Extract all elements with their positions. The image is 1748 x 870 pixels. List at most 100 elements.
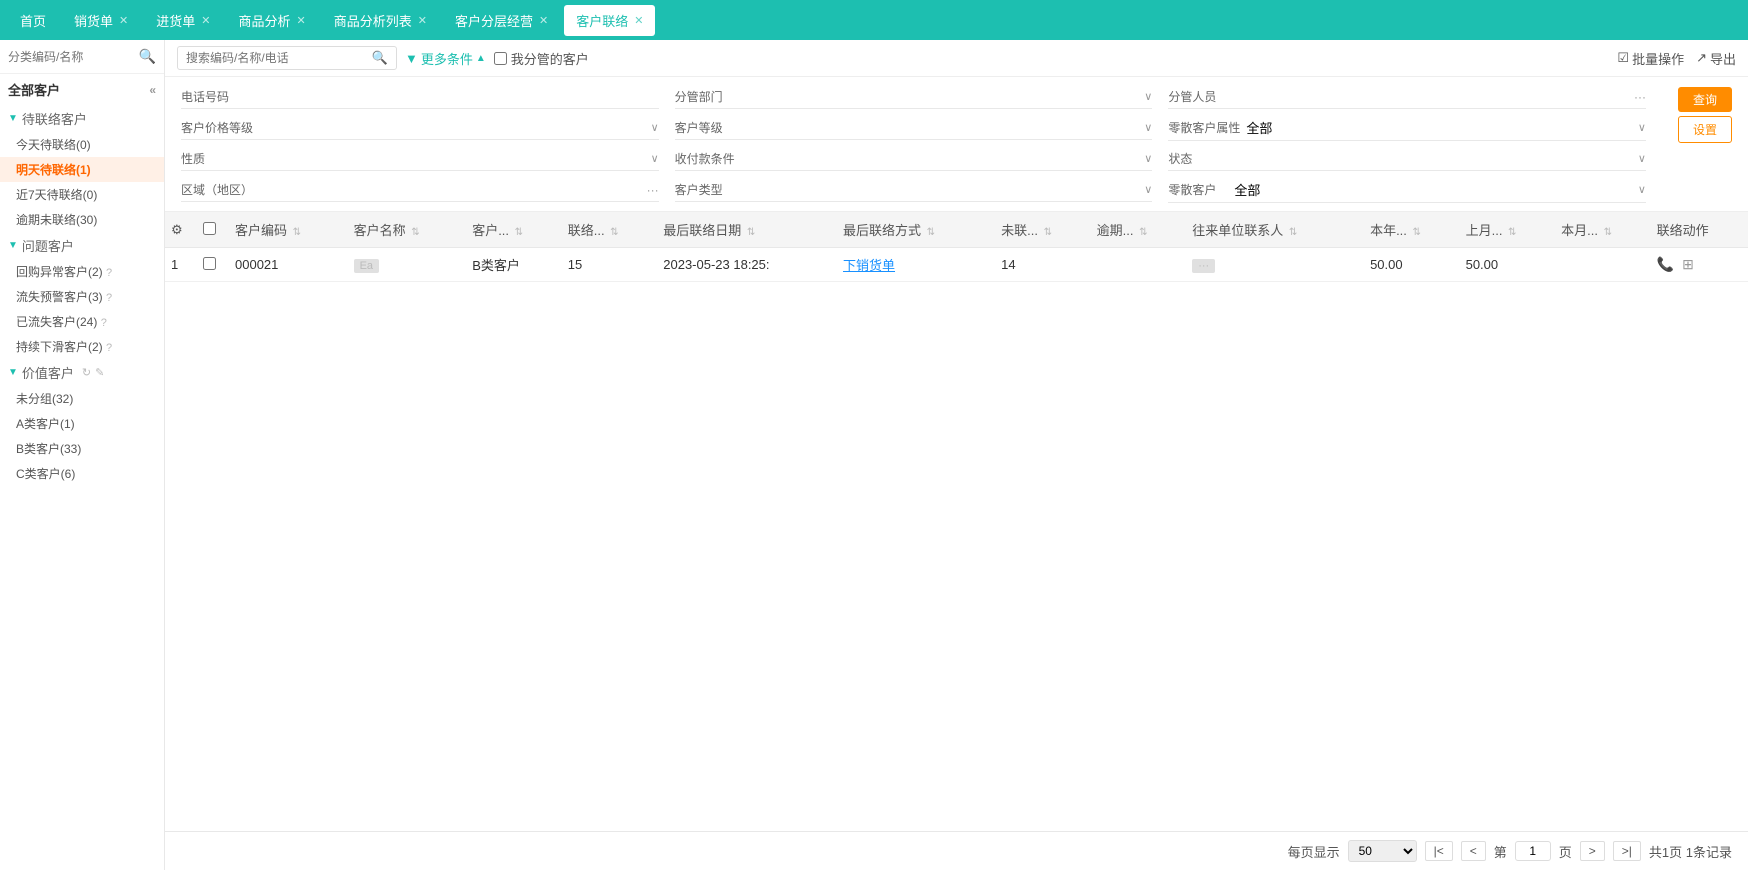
th-contact-person[interactable]: 往来单位联系人 ⇅ [1186,212,1364,248]
refresh-icon[interactable]: ↻ [82,366,91,379]
th-customer-category[interactable]: 客户... ⇅ [466,212,562,248]
sort-icon: ⇅ [1044,227,1052,238]
filter-payment-terms: 收付款条件 ∨ [675,147,1153,171]
th-contact-count[interactable]: 联络... ⇅ [562,212,658,248]
nav-home[interactable]: 首页 [8,5,58,36]
sidebar-item-a-class[interactable]: A类客户(1) [0,411,164,436]
main-layout: 🔍 全部客户 « ▼ 待联络客户 今天待联络(0) 明天待联络(1) 近7天待联… [0,40,1748,870]
th-this-year[interactable]: 本年... ⇅ [1364,212,1460,248]
sidebar-item-churn-warning[interactable]: 流失预警客户(3) ? [0,284,164,309]
td-last-contact-method[interactable]: 下销货单 [837,248,995,282]
payment-terms-dropdown[interactable]: ∨ [741,152,1153,165]
th-last-month[interactable]: 上月... ⇅ [1460,212,1556,248]
page-size-select[interactable]: 50 100 200 [1348,840,1417,862]
more-icon[interactable]: ··· [647,183,659,197]
th-this-month[interactable]: 本月... ⇅ [1555,212,1651,248]
more-conditions-btn[interactable]: ▼ 更多条件 ▲ [405,49,486,68]
nav-customer-stratify[interactable]: 客户分层经营 ✕ [443,5,560,36]
th-settings[interactable]: ⚙ [165,212,197,248]
department-dropdown[interactable]: ∨ [741,90,1153,103]
retail-customer-dropdown[interactable]: 全部 ∨ [1234,180,1646,199]
sidebar-item-b-class[interactable]: B类客户(33) [0,436,164,461]
sort-icon: ⇅ [1289,227,1297,238]
filter-row-4: 区域（地区） ··· 客户类型 ∨ 零散客户 [181,177,1646,203]
close-icon[interactable]: ✕ [634,14,643,27]
sidebar-item-7days-pending[interactable]: 近7天待联络(0) [0,182,164,207]
filter-actions: 查询 设置 [1678,85,1732,143]
contact-method-link[interactable]: 下销货单 [843,258,895,273]
th-customer-code[interactable]: 客户编码 ⇅ [229,212,348,248]
sidebar-group-problem[interactable]: ▼ 问题客户 [0,232,164,259]
th-unlinked-days[interactable]: 未联... ⇅ [995,212,1091,248]
th-overdue[interactable]: 逾期... ⇅ [1091,212,1187,248]
sort-icon: ⇅ [1508,227,1516,238]
reset-button[interactable]: 设置 [1678,116,1732,143]
close-icon[interactable]: ✕ [119,14,128,27]
my-customers-checkbox-wrap[interactable]: 我分管的客户 [494,49,589,68]
filter-retail-attr: 零散客户属性 全部 ∨ [1168,115,1646,141]
sidebar-item-overdue-contact[interactable]: 逾期未联络(30) [0,207,164,232]
query-button[interactable]: 查询 [1678,87,1732,112]
edit-icon[interactable]: ✎ [95,366,104,379]
checkbox-icon: ☑ [1617,50,1629,66]
first-page-btn[interactable]: |< [1425,841,1453,861]
nav-purchase-order[interactable]: 进货单 ✕ [144,5,222,36]
phone-filter-input[interactable] [247,90,659,104]
filter-region: 区域（地区） ··· [181,178,659,202]
close-icon[interactable]: ✕ [418,14,427,27]
export-btn[interactable]: ↗ 导出 [1696,49,1736,68]
more-icon[interactable]: ··· [1634,90,1646,104]
nav-product-analysis-list[interactable]: 商品分析列表 ✕ [322,5,439,36]
td-unlinked-days: 14 [995,248,1091,282]
batch-ops-btn[interactable]: ☑ 批量操作 [1617,49,1684,68]
nav-sales-order[interactable]: 销货单 ✕ [62,5,140,36]
chevron-down-icon: ∨ [1638,152,1646,165]
sidebar-item-abnormal-repurchase[interactable]: 回购异常客户(2) ? [0,259,164,284]
th-last-contact-method[interactable]: 最后联络方式 ⇅ [837,212,995,248]
sort-icon: ⇅ [927,227,935,238]
customer-grade-dropdown[interactable]: ∨ [741,121,1153,134]
sidebar-all-customers[interactable]: 全部客户 « [0,74,164,105]
sidebar-item-churned[interactable]: 已流失客户(24) ? [0,309,164,334]
nav-customer-contact[interactable]: 客户联络 ✕ [564,5,655,36]
close-icon[interactable]: ✕ [297,14,306,27]
sidebar-group-pending[interactable]: ▼ 待联络客户 [0,105,164,132]
prev-page-btn[interactable]: < [1461,841,1486,861]
sidebar-group-value[interactable]: ▼ 价值客户 ↻ ✎ [0,359,164,386]
my-customers-checkbox[interactable] [494,52,507,65]
th-last-contact-date[interactable]: 最后联络日期 ⇅ [657,212,837,248]
page-input[interactable] [1515,841,1551,861]
td-last-month: 50.00 [1460,248,1556,282]
grid-action-icon[interactable]: ⊞ [1682,256,1694,273]
close-icon[interactable]: ✕ [539,14,548,27]
th-checkbox[interactable] [197,212,229,248]
close-icon[interactable]: ✕ [201,14,210,27]
sidebar-item-today-pending[interactable]: 今天待联络(0) [0,132,164,157]
select-all-checkbox[interactable] [203,222,216,235]
sidebar-search-input[interactable] [8,50,135,64]
search-icon[interactable]: 🔍 [372,50,388,66]
nav-product-analysis[interactable]: 商品分析 ✕ [226,5,317,36]
retail-attr-dropdown[interactable]: 全部 ∨ [1246,118,1646,137]
nature-dropdown[interactable]: ∨ [247,152,659,165]
row-checkbox[interactable] [203,257,216,270]
sidebar-item-ungrouped[interactable]: 未分组(32) [0,386,164,411]
chevron-left-icon: « [149,83,156,97]
filter-row-1: 电话号码 分管部门 ∨ 分管人员 [181,85,1646,109]
td-checkbox[interactable] [197,248,229,282]
phone-action-icon[interactable]: 📞 [1657,256,1674,273]
customer-type-dropdown[interactable]: ∨ [741,183,1153,196]
sidebar-item-c-class[interactable]: C类客户(6) [0,461,164,486]
settings-icon[interactable]: ⚙ [171,222,183,237]
last-page-btn[interactable]: >| [1613,841,1641,861]
td-contact-count: 15 [562,248,658,282]
next-page-btn[interactable]: > [1580,841,1605,861]
sidebar-item-tomorrow-pending[interactable]: 明天待联络(1) [0,157,164,182]
status-dropdown[interactable]: ∨ [1234,152,1646,165]
sidebar-item-declining[interactable]: 持续下滑客户(2) ? [0,334,164,359]
price-level-dropdown[interactable]: ∨ [259,121,659,134]
th-customer-name[interactable]: 客户名称 ⇅ [348,212,467,248]
search-icon[interactable]: 🔍 [139,48,156,65]
filter-customer-type: 客户类型 ∨ [675,178,1153,202]
search-input[interactable] [186,51,368,65]
